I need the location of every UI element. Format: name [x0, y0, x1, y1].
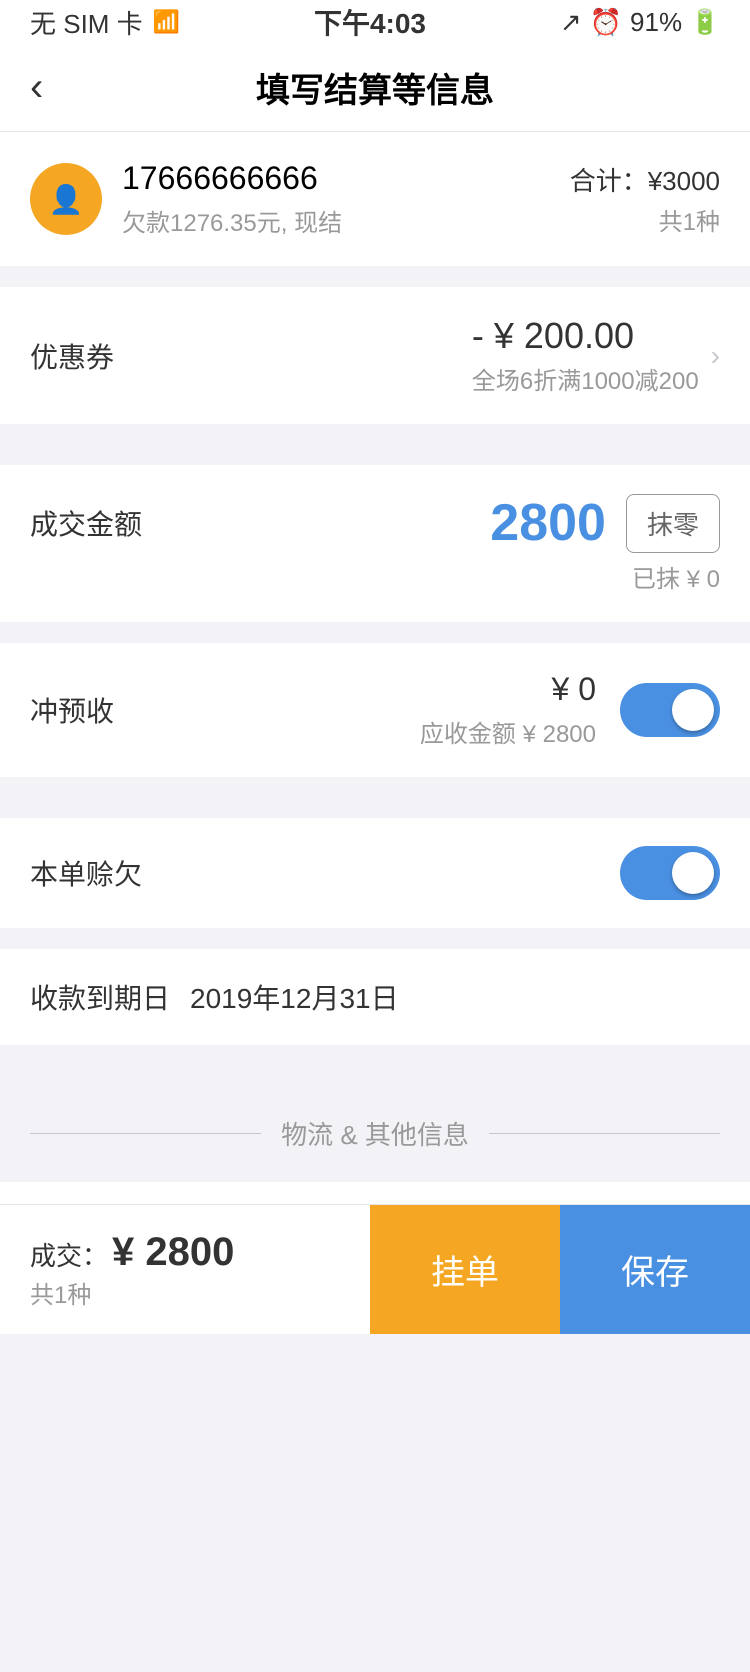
prereceive-section: 冲预收 ¥ 0 应收金额 ¥ 2800 — [0, 643, 750, 778]
separator-1 — [0, 445, 750, 465]
status-right: ↗ ⏰ 91% 🔋 — [560, 7, 720, 38]
prereceive-row: 冲预收 ¥ 0 应收金额 ¥ 2800 — [30, 671, 720, 749]
debit-row: 本单赊欠 — [30, 846, 720, 900]
deal-sub: 已抹 ¥ 0 — [30, 559, 720, 594]
deal-amount-section: 成交金额 2800 抹零 已抹 ¥ 0 — [0, 465, 750, 623]
deal-amount-value: 2800 — [490, 493, 606, 553]
bottom-bar: 成交： ¥ 2800 共1种 挂单 保存 — [0, 1204, 750, 1334]
customer-left: 👤 17666666666 欠款1276.35元, 现结 — [30, 160, 342, 238]
coupon-row[interactable]: 优惠券 - ¥ 200.00 全场6折满1000减200 › — [0, 287, 750, 425]
alarm-icon: ⏰ — [590, 7, 622, 38]
back-button[interactable]: ‹ — [30, 65, 43, 110]
header-line-left — [30, 1133, 261, 1134]
bottom-deal-count: 共1种 — [30, 1275, 340, 1310]
debit-label: 本单赊欠 — [30, 853, 142, 893]
coupon-amount: - ¥ 200.00 — [472, 315, 699, 357]
customer-info-card: 👤 17666666666 欠款1276.35元, 现结 合计：¥3000 共1… — [0, 132, 750, 267]
logistics-header-text: 物流 & 其他信息 — [281, 1115, 469, 1152]
wifi-icon: 📶 — [153, 9, 180, 35]
status-bar: 无 SIM 卡 📶 下午4:03 ↗ ⏰ 91% 🔋 — [0, 0, 750, 44]
nav-bar: ‹ 填写结算等信息 — [0, 44, 750, 132]
duedate-value: 2019年12月31日 — [190, 977, 399, 1017]
bottom-info: 成交： ¥ 2800 共1种 — [0, 1205, 370, 1334]
save-button[interactable]: 保存 — [560, 1205, 750, 1334]
duedate-section: 收款到期日 2019年12月31日 — [0, 949, 750, 1045]
debit-toggle[interactable] — [620, 846, 720, 900]
prereceive-toggle[interactable] — [620, 683, 720, 737]
customer-phone: 17666666666 — [122, 160, 342, 197]
content-area: 👤 17666666666 欠款1276.35元, 现结 合计：¥3000 共1… — [0, 132, 750, 1672]
deal-row: 成交金额 2800 抹零 — [30, 493, 720, 553]
coupon-label: 优惠券 — [30, 336, 114, 376]
logistics-header: 物流 & 其他信息 — [0, 1085, 750, 1182]
chevron-icon: › — [711, 340, 720, 372]
carrier-label: 无 SIM 卡 — [30, 4, 143, 41]
prereceive-amount: ¥ 0 — [420, 671, 596, 708]
separator-3 — [0, 1065, 750, 1085]
coupon-right: - ¥ 200.00 全场6折满1000减200 › — [472, 315, 720, 396]
customer-details: 17666666666 欠款1276.35元, 现结 — [122, 160, 342, 238]
location-icon: ↗ — [560, 7, 582, 38]
duedate-label: 收款到期日 — [30, 977, 170, 1017]
coupon-info: - ¥ 200.00 全场6折满1000减200 — [472, 315, 699, 396]
time-label: 下午4:03 — [314, 2, 426, 42]
deal-amount-label: 成交金额 — [30, 503, 142, 543]
round-button[interactable]: 抹零 — [626, 494, 720, 553]
total-count: 共1种 — [570, 202, 720, 237]
status-left: 无 SIM 卡 📶 — [30, 4, 180, 41]
battery-label: 91% — [630, 7, 682, 38]
customer-sub-info: 欠款1276.35元, 现结 — [122, 203, 342, 238]
battery-icon: 🔋 — [690, 8, 720, 37]
deal-right: 2800 抹零 — [490, 493, 720, 553]
avatar: 👤 — [30, 163, 102, 235]
customer-right: 合计：¥3000 共1种 — [570, 161, 720, 237]
prereceive-sub: 应收金额 ¥ 2800 — [420, 714, 596, 749]
bottom-deal-amount: ¥ 2800 — [112, 1230, 234, 1275]
separator-2 — [0, 798, 750, 818]
pending-button[interactable]: 挂单 — [370, 1205, 560, 1334]
page-title: 填写结算等信息 — [256, 63, 494, 112]
coupon-desc: 全场6折满1000减200 — [472, 361, 699, 396]
header-line-right — [489, 1133, 720, 1134]
separator-4 — [0, 1342, 750, 1542]
prereceive-values: ¥ 0 应收金额 ¥ 2800 — [420, 671, 596, 749]
duedate-row: 收款到期日 2019年12月31日 — [30, 977, 720, 1017]
bottom-deal-label: 成交： — [30, 1236, 108, 1273]
total-label: 合计：¥3000 — [570, 161, 720, 198]
bottom-deal-row: 成交： ¥ 2800 — [30, 1230, 340, 1275]
prereceive-right: ¥ 0 应收金额 ¥ 2800 — [420, 671, 720, 749]
prereceive-label: 冲预收 — [30, 690, 114, 730]
debit-section: 本单赊欠 — [0, 818, 750, 929]
